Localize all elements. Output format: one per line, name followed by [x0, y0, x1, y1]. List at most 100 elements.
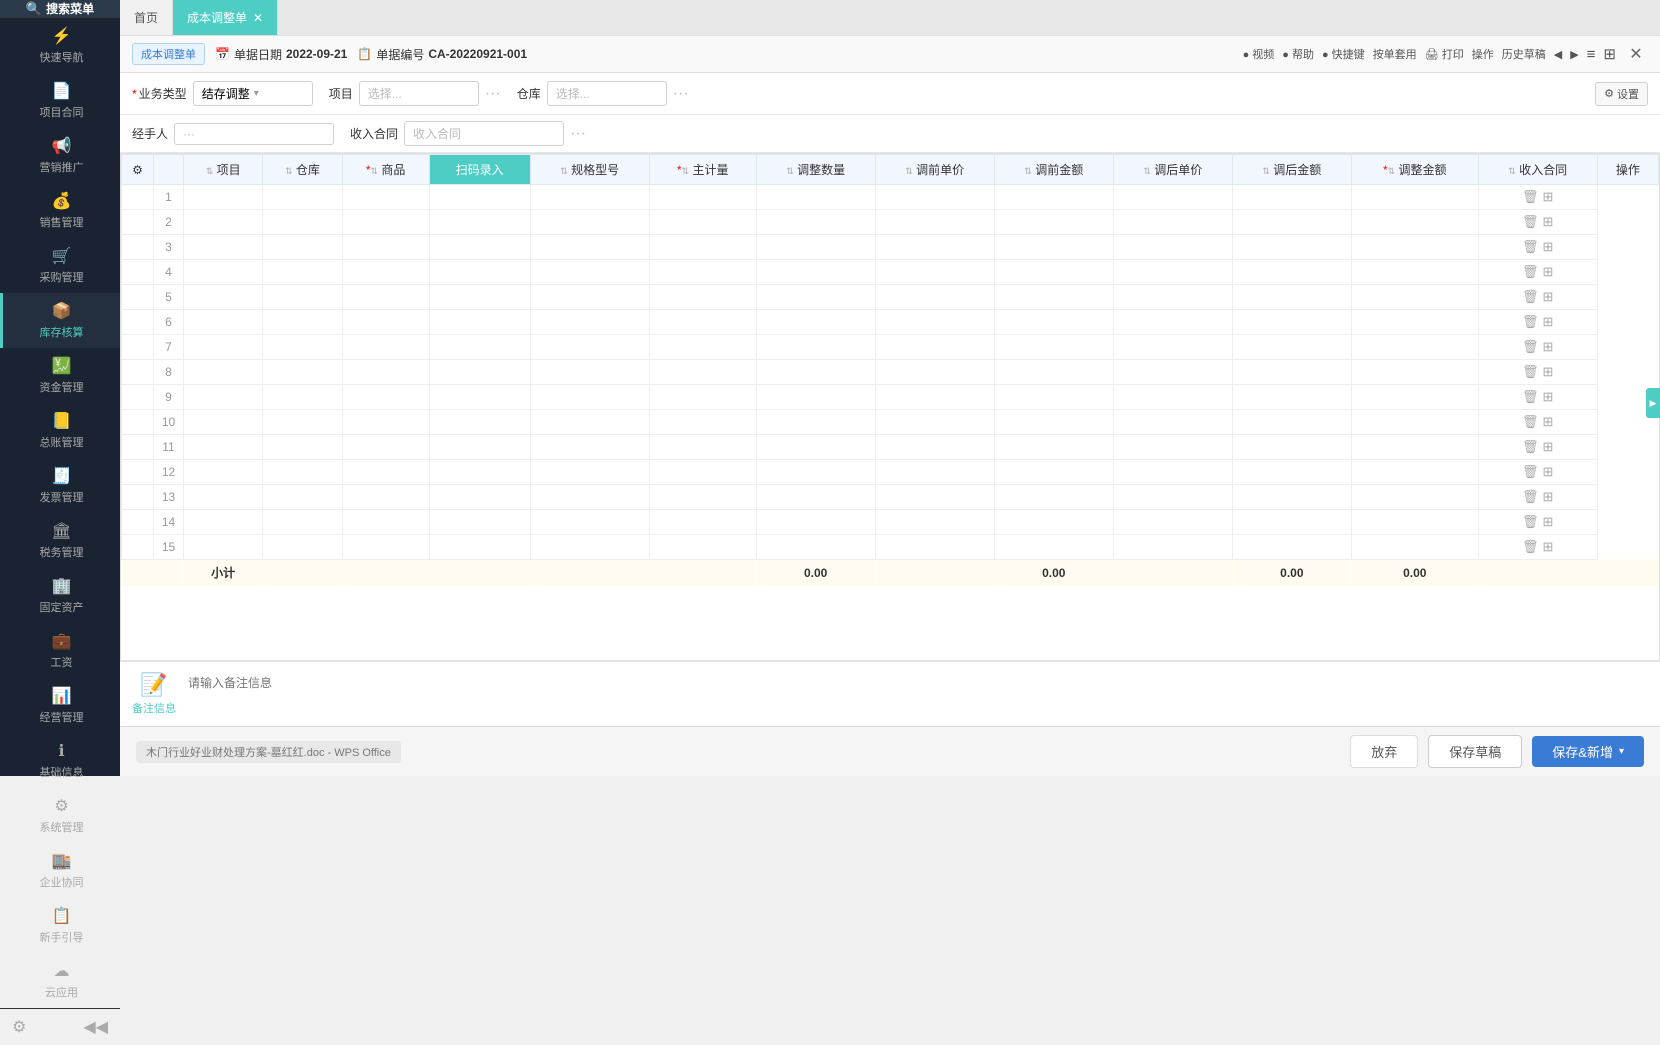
row-data-cell[interactable]	[1232, 435, 1351, 460]
row-data-cell[interactable]	[530, 510, 649, 535]
warehouse-more-icon[interactable]: ···	[673, 85, 689, 103]
row-data-cell[interactable]	[263, 410, 342, 435]
row-data-cell[interactable]	[649, 435, 756, 460]
nav-prev-icon[interactable]: ◀	[1554, 48, 1562, 61]
row-data-cell[interactable]	[994, 285, 1113, 310]
row-data-cell[interactable]	[429, 535, 530, 560]
note-input[interactable]	[188, 672, 1648, 694]
row-data-cell[interactable]	[649, 210, 756, 235]
delete-row-icon[interactable]: 🗑	[1522, 464, 1539, 480]
view-grid-icon[interactable]: ⊞	[1603, 45, 1616, 63]
row-data-cell[interactable]	[342, 510, 429, 535]
settings-bottom-icon[interactable]: ⚙	[12, 1017, 26, 1037]
copy-row-icon[interactable]: ⊞	[1542, 314, 1553, 330]
row-data-cell[interactable]	[184, 210, 263, 235]
row-data-cell[interactable]	[756, 410, 875, 435]
copy-row-icon[interactable]: ⊞	[1542, 239, 1553, 255]
row-data-cell[interactable]	[875, 210, 994, 235]
row-data-cell[interactable]	[263, 360, 342, 385]
row-data-cell[interactable]	[263, 460, 342, 485]
row-data-cell[interactable]	[1113, 260, 1232, 285]
row-data-cell[interactable]	[342, 185, 429, 210]
row-data-cell[interactable]	[1113, 535, 1232, 560]
row-data-cell[interactable]	[1113, 460, 1232, 485]
row-data-cell[interactable]	[184, 385, 263, 410]
action-video[interactable]: ● 视频	[1243, 46, 1275, 62]
row-data-cell[interactable]	[429, 435, 530, 460]
row-data-cell[interactable]	[184, 235, 263, 260]
row-data-cell[interactable]	[1113, 335, 1232, 360]
row-data-cell[interactable]	[1351, 285, 1478, 310]
row-data-cell[interactable]	[649, 485, 756, 510]
row-data-cell[interactable]	[342, 435, 429, 460]
row-data-cell[interactable]	[1113, 510, 1232, 535]
row-data-cell[interactable]	[994, 235, 1113, 260]
project-more-icon[interactable]: ···	[485, 85, 501, 103]
row-data-cell[interactable]	[994, 360, 1113, 385]
row-data-cell[interactable]	[1113, 485, 1232, 510]
row-data-cell[interactable]	[1232, 260, 1351, 285]
income-contract-more-icon[interactable]: ···	[570, 125, 586, 143]
row-data-cell[interactable]	[342, 410, 429, 435]
row-data-cell[interactable]	[756, 510, 875, 535]
row-data-cell[interactable]	[184, 535, 263, 560]
row-data-cell[interactable]	[184, 335, 263, 360]
row-data-cell[interactable]	[184, 510, 263, 535]
row-data-cell[interactable]	[530, 435, 649, 460]
row-data-cell[interactable]	[1351, 335, 1478, 360]
copy-row-icon[interactable]: ⊞	[1542, 189, 1553, 205]
view-list-icon[interactable]: ≡	[1587, 46, 1596, 63]
delete-row-icon[interactable]: 🗑	[1522, 214, 1539, 230]
row-data-cell[interactable]	[1113, 235, 1232, 260]
row-data-cell[interactable]	[875, 385, 994, 410]
row-data-cell[interactable]	[994, 510, 1113, 535]
sidebar-item-ops-mgmt[interactable]: 📊 经营管理	[0, 678, 120, 733]
row-data-cell[interactable]	[649, 410, 756, 435]
row-data-cell[interactable]	[342, 285, 429, 310]
copy-row-icon[interactable]: ⊞	[1542, 414, 1553, 430]
row-data-cell[interactable]	[875, 285, 994, 310]
row-data-cell[interactable]	[263, 385, 342, 410]
row-data-cell[interactable]	[649, 310, 756, 335]
row-data-cell[interactable]	[1232, 410, 1351, 435]
row-data-cell[interactable]	[649, 460, 756, 485]
sidebar-item-purchase-mgmt[interactable]: 🛒 采购管理	[0, 238, 120, 293]
sidebar-item-fixed-assets[interactable]: 🏢 固定资产	[0, 568, 120, 623]
row-data-cell[interactable]	[1232, 310, 1351, 335]
row-data-cell[interactable]	[263, 260, 342, 285]
row-data-cell[interactable]	[184, 285, 263, 310]
row-data-cell[interactable]	[184, 460, 263, 485]
action-print[interactable]: 🖨 打印	[1425, 46, 1464, 62]
row-data-cell[interactable]	[429, 360, 530, 385]
copy-row-icon[interactable]: ⊞	[1542, 464, 1553, 480]
row-data-cell[interactable]	[342, 260, 429, 285]
row-data-cell[interactable]	[649, 360, 756, 385]
row-data-cell[interactable]	[875, 360, 994, 385]
sidebar-item-payroll[interactable]: 💼 工资	[0, 623, 120, 678]
row-data-cell[interactable]	[429, 235, 530, 260]
row-data-cell[interactable]	[1351, 460, 1478, 485]
row-data-cell[interactable]	[1232, 535, 1351, 560]
row-data-cell[interactable]	[994, 435, 1113, 460]
row-data-cell[interactable]	[994, 185, 1113, 210]
row-data-cell[interactable]	[263, 185, 342, 210]
row-data-cell[interactable]	[1351, 235, 1478, 260]
row-data-cell[interactable]	[994, 260, 1113, 285]
income-contract-input[interactable]: 收入合同	[404, 121, 564, 146]
row-data-cell[interactable]	[263, 535, 342, 560]
row-data-cell[interactable]	[429, 510, 530, 535]
copy-row-icon[interactable]: ⊞	[1542, 289, 1553, 305]
row-data-cell[interactable]	[756, 235, 875, 260]
row-data-cell[interactable]	[875, 310, 994, 335]
row-data-cell[interactable]	[342, 385, 429, 410]
action-history[interactable]: 历史草稿	[1502, 46, 1546, 62]
row-data-cell[interactable]	[994, 485, 1113, 510]
row-data-cell[interactable]	[1232, 485, 1351, 510]
row-data-cell[interactable]	[1351, 185, 1478, 210]
delete-row-icon[interactable]: 🗑	[1522, 364, 1539, 380]
sidebar-item-sys-mgmt[interactable]: ⚙ 系统管理	[0, 788, 120, 843]
row-data-cell[interactable]	[1232, 385, 1351, 410]
row-data-cell[interactable]	[994, 460, 1113, 485]
row-data-cell[interactable]	[649, 385, 756, 410]
delete-row-icon[interactable]: 🗑	[1522, 489, 1539, 505]
